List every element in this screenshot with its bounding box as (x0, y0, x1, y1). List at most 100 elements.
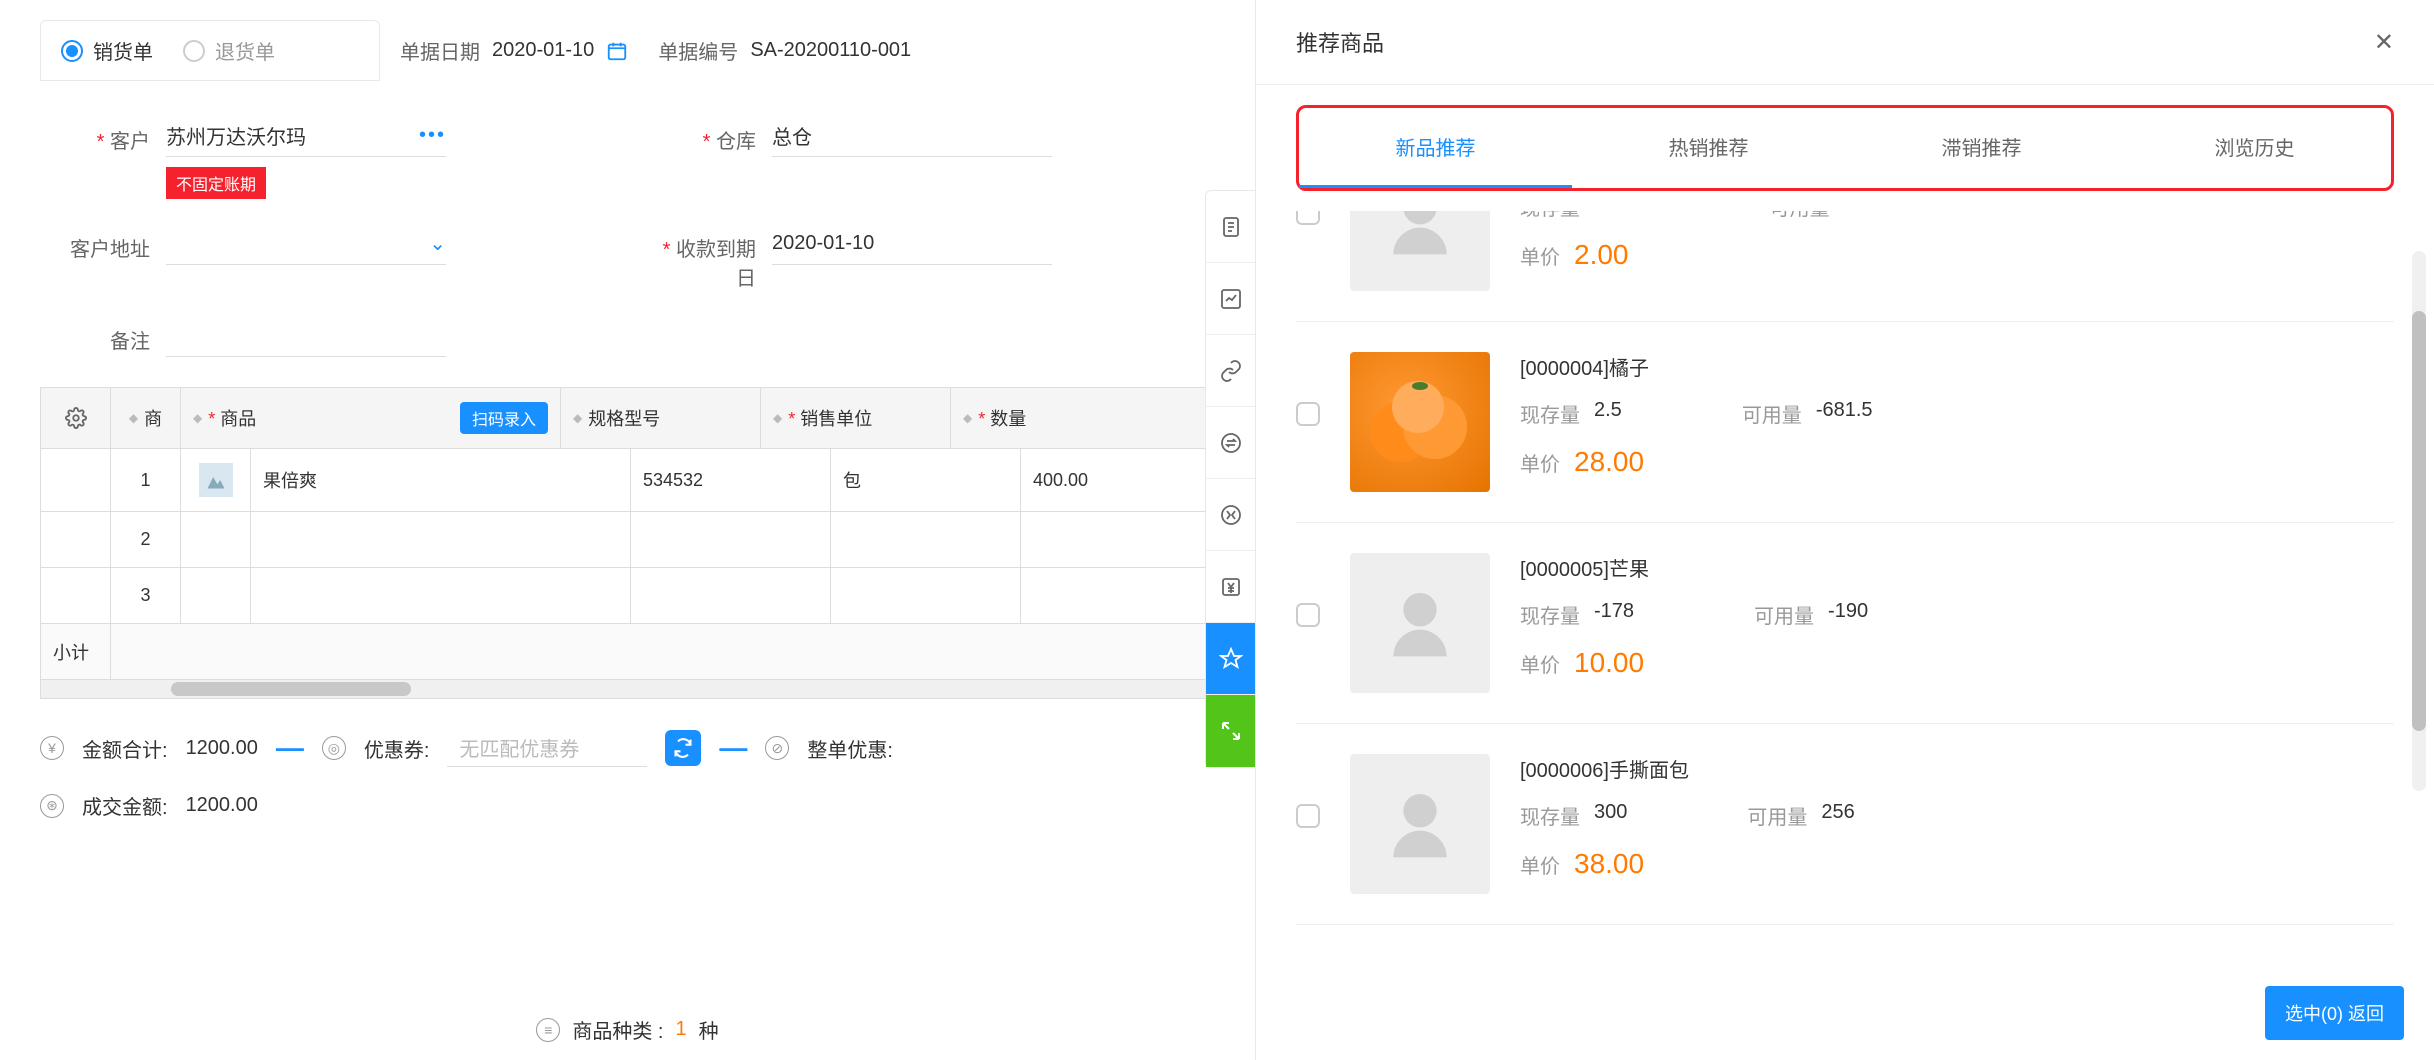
avail-label: 可用量 (1742, 399, 1802, 428)
value: 2020-01-10 (492, 39, 594, 62)
stock-value: 300 (1594, 801, 1627, 830)
scan-input-button[interactable]: 扫码录入 (460, 402, 548, 434)
rail-chart-icon[interactable] (1206, 263, 1256, 335)
order-discount-label: 整单优惠: (807, 734, 893, 763)
value: 总仓 (772, 121, 812, 150)
unit-cell: 包 (831, 449, 1021, 511)
rail-star-icon[interactable] (1206, 623, 1256, 695)
rail-link-icon[interactable] (1206, 335, 1256, 407)
vertical-scrollbar[interactable] (2412, 251, 2426, 791)
product-info: [0000006]手撕面包现存量300可用量256单价38.00 (1520, 754, 2394, 894)
recommend-panel: 推荐商品 ✕ 新品推荐 热销推荐 滞销推荐 浏览历史 250ml现存量19952… (1255, 0, 2434, 1060)
sort-icon: ◆ (773, 411, 782, 425)
value: SA-20200110-001 (750, 39, 911, 62)
avail-label: 可用量 (1754, 600, 1814, 629)
avail-value: 19903 (1844, 211, 1900, 221)
calendar-icon (606, 40, 628, 62)
price-value: 38.00 (1574, 848, 1644, 880)
label: 单据日期 (400, 36, 480, 65)
rail-expand-icon[interactable] (1206, 695, 1256, 767)
radio-sales-order[interactable]: 销货单 (61, 36, 153, 65)
coupon-label: 优惠券: (364, 734, 430, 763)
stock-value: 19952 (1594, 211, 1650, 221)
scrollbar-thumb[interactable] (171, 682, 411, 696)
product-item[interactable]: [0000005]芒果现存量-178可用量-190单价10.00 (1296, 523, 2394, 724)
list-icon: ≡ (536, 1018, 560, 1042)
totals-section: ¥ 金额合计: 1200.00 — ◎ 优惠券: 无匹配优惠券 — ⊘ 整单优惠… (40, 729, 1215, 820)
close-icon[interactable]: ✕ (2374, 28, 2394, 57)
checkbox[interactable] (1296, 402, 1320, 426)
table-row[interactable]: 3 (41, 568, 1214, 624)
product-name: [0000004]橘子 (1520, 352, 2394, 381)
select-return-button[interactable]: 选中(0) 返回 (2265, 986, 2404, 1040)
col-settings[interactable] (41, 388, 111, 448)
table-row[interactable]: 2 (41, 512, 1214, 568)
rail-remove-icon[interactable] (1206, 479, 1256, 551)
price-label: 单价 (1520, 850, 1560, 879)
warehouse-field[interactable]: 仓库 总仓 (646, 121, 1052, 199)
product-image (1350, 211, 1490, 291)
product-name-cell: 果倍爽 (251, 449, 631, 511)
rail-currency-icon[interactable] (1206, 551, 1256, 623)
table-row[interactable]: 1 果倍爽 534532 包 400.00 (41, 449, 1214, 512)
amount-label: 金额合计: (82, 734, 168, 763)
product-item[interactable]: 250ml现存量19952可用量19903单价2.00 (1296, 211, 2394, 322)
tab-hot[interactable]: 热销推荐 (1572, 108, 1845, 188)
col-qty[interactable]: ◆数量 (951, 388, 1081, 448)
checkbox[interactable] (1296, 603, 1320, 627)
coupon-input[interactable]: 无匹配优惠券 (447, 729, 647, 767)
rail-notes-icon[interactable] (1206, 191, 1256, 263)
doc-date-field[interactable]: 单据日期 2020-01-10 (400, 36, 628, 65)
product-item[interactable]: [0000006]手撕面包现存量300可用量256单价38.00 (1296, 724, 2394, 925)
product-list[interactable]: 250ml现存量19952可用量19903单价2.00[0000004]橘子现存… (1256, 211, 2434, 966)
price-value: 10.00 (1574, 647, 1644, 679)
address-field[interactable]: 客户地址 ⌄ (40, 229, 446, 291)
minus-icon: — (719, 732, 747, 764)
radio-icon (183, 40, 205, 62)
sort-icon: ◆ (963, 411, 972, 425)
rail-exchange-icon[interactable] (1206, 407, 1256, 479)
due-date-field[interactable]: 收款到期日 2020-01-10 (646, 229, 1052, 291)
radio-return-order[interactable]: 退货单 (183, 36, 275, 65)
doc-number-field: 单据编号 SA-20200110-001 (658, 36, 911, 65)
row-index: 1 (111, 449, 181, 511)
product-image (1350, 754, 1490, 894)
tab-slow[interactable]: 滞销推荐 (1845, 108, 2118, 188)
col-unit[interactable]: ◆销售单位 (761, 388, 951, 448)
checkbox[interactable] (1296, 211, 1320, 225)
discount-icon: ⊘ (765, 736, 789, 760)
product-image (1350, 553, 1490, 693)
stock-label: 现存量 (1520, 600, 1580, 629)
sort-icon: ◆ (193, 411, 202, 425)
refresh-button[interactable] (665, 730, 701, 766)
tab-new[interactable]: 新品推荐 (1299, 108, 1572, 188)
ellipsis-icon[interactable]: ••• (419, 124, 446, 147)
radio-icon (61, 40, 83, 62)
tab-history[interactable]: 浏览历史 (2118, 108, 2391, 188)
label: 客户 (40, 121, 150, 154)
label: 收款到期日 (646, 229, 756, 291)
col-spec[interactable]: ◆规格型号 (561, 388, 761, 448)
col-product[interactable]: ◆商品扫码录入 (181, 388, 561, 448)
product-name: [0000006]手撕面包 (1520, 754, 2394, 783)
recommend-tabs: 新品推荐 热销推荐 滞销推荐 浏览历史 (1296, 105, 2394, 191)
col-image[interactable]: ◆商 (111, 388, 181, 448)
radio-label: 销货单 (93, 36, 153, 65)
horizontal-scrollbar[interactable] (41, 680, 1214, 698)
price-value: 28.00 (1574, 446, 1644, 478)
customer-field[interactable]: 客户 苏州万达沃尔玛 ••• 不固定账期 (40, 121, 446, 199)
product-item[interactable]: [0000004]橘子现存量2.5可用量-681.5单价28.00 (1296, 322, 2394, 523)
checkbox[interactable] (1296, 804, 1320, 828)
remark-field[interactable]: 备注 (40, 321, 446, 357)
sort-icon: ◆ (129, 411, 138, 425)
deal-icon: ⊛ (40, 794, 64, 818)
yen-icon: ¥ (40, 736, 64, 760)
product-info: 250ml现存量19952可用量19903单价2.00 (1520, 211, 2394, 291)
product-thumb (181, 449, 251, 511)
label: 仓库 (646, 121, 756, 154)
value: 2020-01-10 (772, 232, 874, 255)
avail-label: 可用量 (1770, 211, 1830, 221)
label: 客户地址 (40, 229, 150, 262)
scrollbar-thumb[interactable] (2412, 311, 2426, 731)
coupon-icon: ◎ (322, 736, 346, 760)
